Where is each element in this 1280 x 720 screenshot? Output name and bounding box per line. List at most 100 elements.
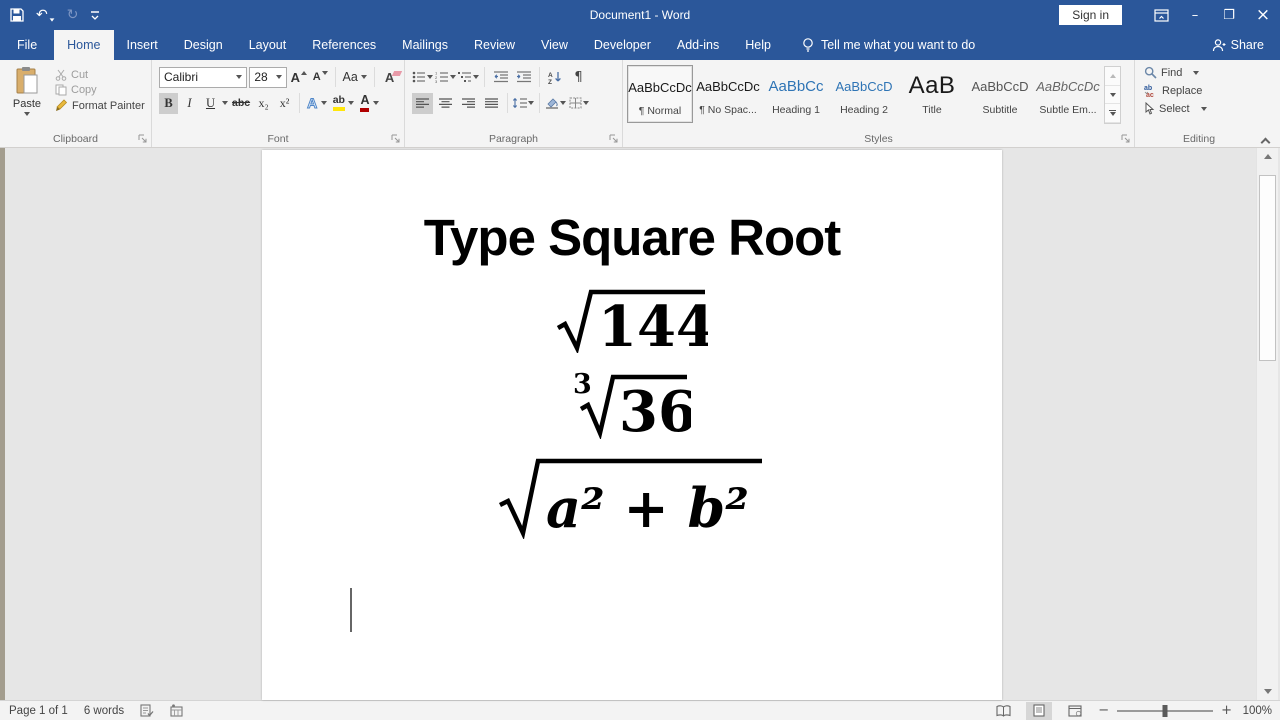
scrollbar-thumb[interactable] <box>1259 175 1276 361</box>
vertical-scrollbar[interactable] <box>1256 148 1278 700</box>
strikethrough-button[interactable]: abc <box>230 93 252 114</box>
zoom-slider-thumb[interactable] <box>1162 704 1168 717</box>
line-spacing-button[interactable] <box>513 93 534 114</box>
tab-insert[interactable]: Insert <box>114 30 171 60</box>
tab-help[interactable]: Help <box>732 30 784 60</box>
show-formatting-marks-button[interactable]: ¶ <box>568 67 589 88</box>
style-normal[interactable]: AaBbCcDc ¶ Normal <box>627 65 693 123</box>
zoom-in-button[interactable]: + <box>1221 703 1232 718</box>
paste-dropdown-icon[interactable] <box>24 112 30 116</box>
shrink-font-button[interactable]: A <box>311 67 330 88</box>
replace-button[interactable]: ab ac Replace <box>1144 84 1260 98</box>
tab-view[interactable]: View <box>528 30 581 60</box>
italic-button[interactable]: I <box>180 93 199 114</box>
subscript-button[interactable]: x₂ <box>254 93 273 114</box>
font-name-dropdown-icon[interactable] <box>236 75 243 79</box>
styles-gallery-up-button[interactable] <box>1105 67 1120 86</box>
align-right-button[interactable] <box>458 93 479 114</box>
increase-indent-button[interactable] <box>513 67 534 88</box>
underline-dropdown-icon[interactable] <box>222 101 228 105</box>
read-mode-button[interactable] <box>990 702 1016 720</box>
collapse-ribbon-button[interactable] <box>1260 136 1272 148</box>
cut-label: Cut <box>71 69 89 81</box>
minimize-button[interactable]: – <box>1178 0 1212 30</box>
text-effects-button[interactable]: A <box>305 93 329 114</box>
tab-mailings[interactable]: Mailings <box>389 30 461 60</box>
shading-button[interactable] <box>545 93 566 114</box>
tell-me-box[interactable]: Tell me what you want to do <box>802 30 975 60</box>
font-size-dropdown-icon[interactable] <box>275 75 282 79</box>
paste-button[interactable]: Paste <box>3 63 51 131</box>
proofing-status-icon[interactable] <box>140 703 154 718</box>
tab-file[interactable]: File <box>0 30 54 60</box>
document-page[interactable]: Type Square Root 144 3 36 a² + b² <box>262 150 1002 700</box>
shrink-arrow-icon <box>321 71 328 75</box>
multilevel-list-button[interactable] <box>458 67 479 88</box>
font-size-combobox[interactable]: 28 <box>249 66 287 88</box>
find-button[interactable]: Find <box>1144 66 1260 79</box>
style-subtle-emphasis[interactable]: AaBbCcDc Subtle Em... <box>1035 65 1101 123</box>
customize-qat-icon[interactable] <box>90 9 100 21</box>
underline-button[interactable]: U <box>201 93 220 114</box>
tab-review[interactable]: Review <box>461 30 528 60</box>
copy-label: Copy <box>71 84 97 96</box>
bullets-button[interactable] <box>412 67 433 88</box>
select-button[interactable]: Select <box>1144 102 1260 115</box>
scroll-up-button[interactable] <box>1257 148 1279 165</box>
clipboard-dialog-launcher-icon[interactable] <box>138 134 148 144</box>
zoom-slider[interactable] <box>1117 704 1214 717</box>
align-left-button[interactable] <box>412 92 433 114</box>
superscript-button[interactable]: x² <box>275 93 294 114</box>
redo-icon[interactable]: ↻ <box>67 8 79 22</box>
style-subtitle[interactable]: AaBbCcD Subtitle <box>967 65 1033 123</box>
close-button[interactable]: × <box>1246 0 1280 30</box>
zoom-out-button[interactable]: − <box>1098 703 1109 718</box>
change-case-button[interactable]: Aa <box>341 67 369 88</box>
bold-button[interactable]: B <box>159 92 178 114</box>
tab-references[interactable]: References <box>299 30 389 60</box>
paragraph-dialog-launcher-icon[interactable] <box>609 134 619 144</box>
scroll-down-button[interactable] <box>1257 683 1279 700</box>
style-no-spacing[interactable]: AaBbCcDc ¶ No Spac... <box>695 65 761 123</box>
zoom-level-value[interactable]: 100% <box>1240 705 1272 717</box>
macro-recording-icon[interactable] <box>170 704 184 717</box>
ribbon-display-options-icon[interactable] <box>1144 0 1178 30</box>
clear-formatting-button[interactable]: A <box>380 67 403 88</box>
font-name-combobox[interactable]: Calibri <box>159 66 248 88</box>
web-layout-button[interactable] <box>1062 702 1088 720</box>
styles-gallery-more-button[interactable] <box>1105 104 1120 124</box>
page-count-status[interactable]: Page 1 of 1 <box>9 705 68 717</box>
tab-layout[interactable]: Layout <box>236 30 300 60</box>
font-color-button[interactable]: A <box>358 93 381 114</box>
save-icon[interactable] <box>10 8 24 22</box>
style-title[interactable]: AaB Title <box>899 65 965 123</box>
style-heading-1[interactable]: AaBbCc Heading 1 <box>763 65 829 123</box>
sort-button[interactable]: AZ <box>545 67 566 88</box>
undo-dropdown-icon[interactable] <box>49 18 55 22</box>
font-size-value: 28 <box>254 70 268 84</box>
tab-developer[interactable]: Developer <box>581 30 664 60</box>
justify-button[interactable] <box>481 93 502 114</box>
numbering-button[interactable]: 123 <box>435 67 456 88</box>
grow-font-button[interactable]: A <box>289 67 309 88</box>
decrease-indent-button[interactable] <box>490 67 511 88</box>
tab-design[interactable]: Design <box>171 30 236 60</box>
style-heading-2[interactable]: AaBbCcD Heading 2 <box>831 65 897 123</box>
print-layout-button[interactable] <box>1026 701 1053 720</box>
copy-button[interactable]: Copy <box>55 84 145 96</box>
undo-button[interactable]: ↶ <box>36 8 55 22</box>
word-count-status[interactable]: 6 words <box>84 705 124 717</box>
restore-button[interactable]: ❐ <box>1212 0 1246 30</box>
styles-gallery-down-button[interactable] <box>1105 86 1120 105</box>
format-painter-button[interactable]: Format Painter <box>55 99 145 112</box>
cut-button[interactable]: Cut <box>55 69 145 81</box>
share-button[interactable]: Share <box>1212 30 1280 60</box>
styles-dialog-launcher-icon[interactable] <box>1121 134 1131 144</box>
borders-button[interactable] <box>568 93 589 114</box>
align-center-button[interactable] <box>435 93 456 114</box>
font-dialog-launcher-icon[interactable] <box>391 134 401 144</box>
highlight-button[interactable]: ab <box>331 93 357 114</box>
tab-add-ins[interactable]: Add-ins <box>664 30 732 60</box>
sign-in-button[interactable]: Sign in <box>1059 5 1122 25</box>
tab-home[interactable]: Home <box>54 30 114 60</box>
